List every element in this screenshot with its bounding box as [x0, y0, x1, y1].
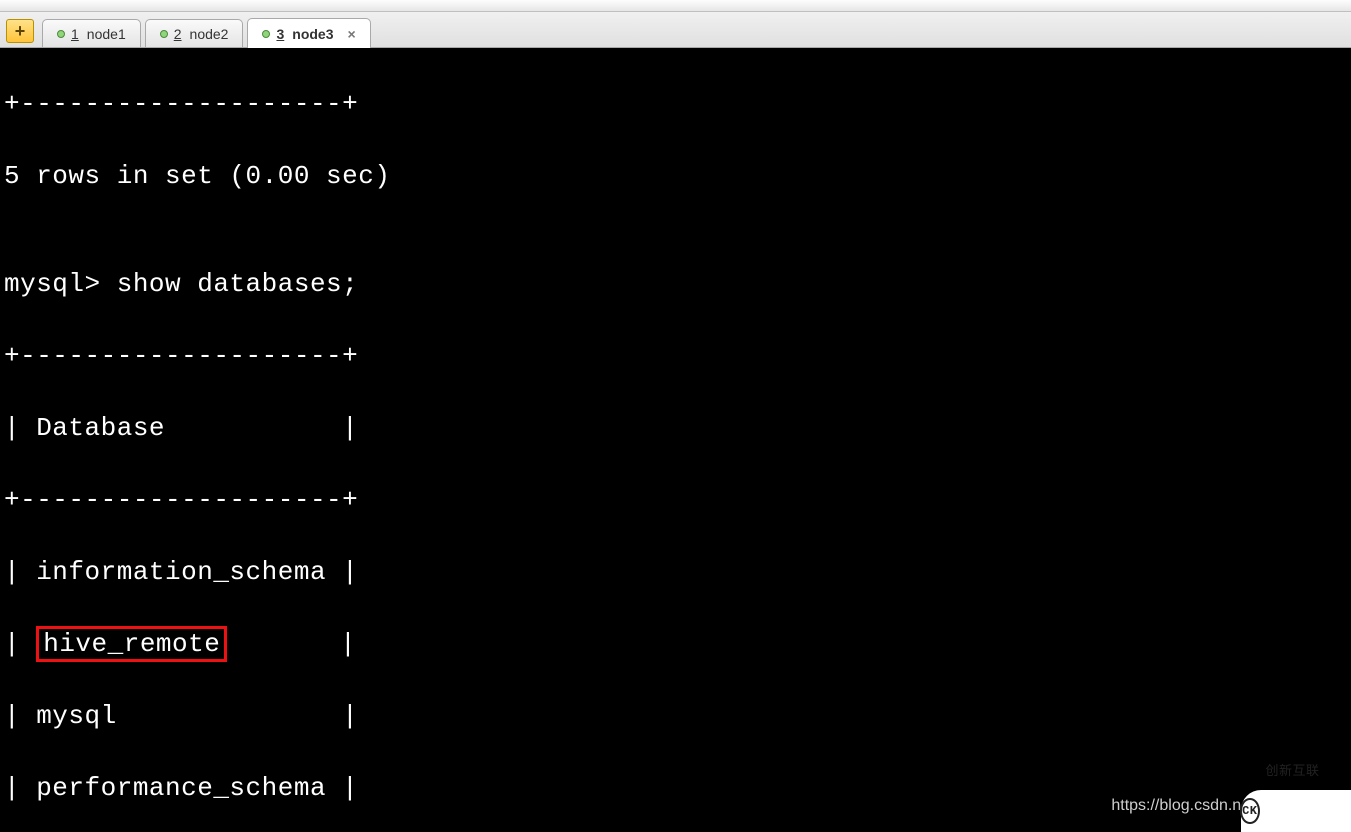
- tab-label: node3: [292, 26, 333, 42]
- app-toolbar: [0, 0, 1351, 12]
- brand-text: 创新互联 CHUANG XIN HU LIAN: [1266, 693, 1351, 832]
- terminal-line: | hive_remote |: [4, 626, 1347, 662]
- row-suffix: |: [227, 629, 356, 659]
- terminal-output[interactable]: +--------------------+ 5 rows in set (0.…: [0, 48, 1351, 832]
- terminal-line: 5 rows in set (0.00 sec): [4, 158, 1347, 194]
- terminal-line: | information_schema |: [4, 554, 1347, 590]
- terminal-line: | Database |: [4, 410, 1347, 446]
- tab-label: node1: [87, 26, 126, 42]
- brand-badge: CK 创新互联 CHUANG XIN HU LIAN: [1241, 790, 1351, 832]
- tab-number: 3: [276, 26, 284, 42]
- highlighted-db-name: hive_remote: [36, 626, 227, 662]
- tab-node1[interactable]: 1 node1: [42, 19, 141, 47]
- tab-number: 1: [71, 26, 79, 42]
- add-tab-button[interactable]: +: [6, 19, 34, 43]
- status-dot-icon: [57, 30, 65, 38]
- tab-number: 2: [174, 26, 182, 42]
- close-icon[interactable]: ×: [348, 27, 356, 41]
- terminal-line: +--------------------+: [4, 86, 1347, 122]
- terminal-line: mysql> show databases;: [4, 266, 1347, 302]
- tab-label: node2: [190, 26, 229, 42]
- row-prefix: |: [4, 629, 36, 659]
- brand-logo-icon: CK: [1240, 798, 1259, 824]
- status-dot-icon: [160, 30, 168, 38]
- tab-node3[interactable]: 3 node3 ×: [247, 18, 370, 48]
- terminal-line: +--------------------+: [4, 482, 1347, 518]
- tab-node2[interactable]: 2 node2: [145, 19, 244, 47]
- status-dot-icon: [262, 30, 270, 38]
- terminal-line: +--------------------+: [4, 338, 1347, 374]
- brand-cn: 创新互联: [1266, 765, 1351, 778]
- terminal-line: | mysql |: [4, 698, 1347, 734]
- tab-bar: + 1 node1 2 node2 3 node3 ×: [0, 12, 1351, 48]
